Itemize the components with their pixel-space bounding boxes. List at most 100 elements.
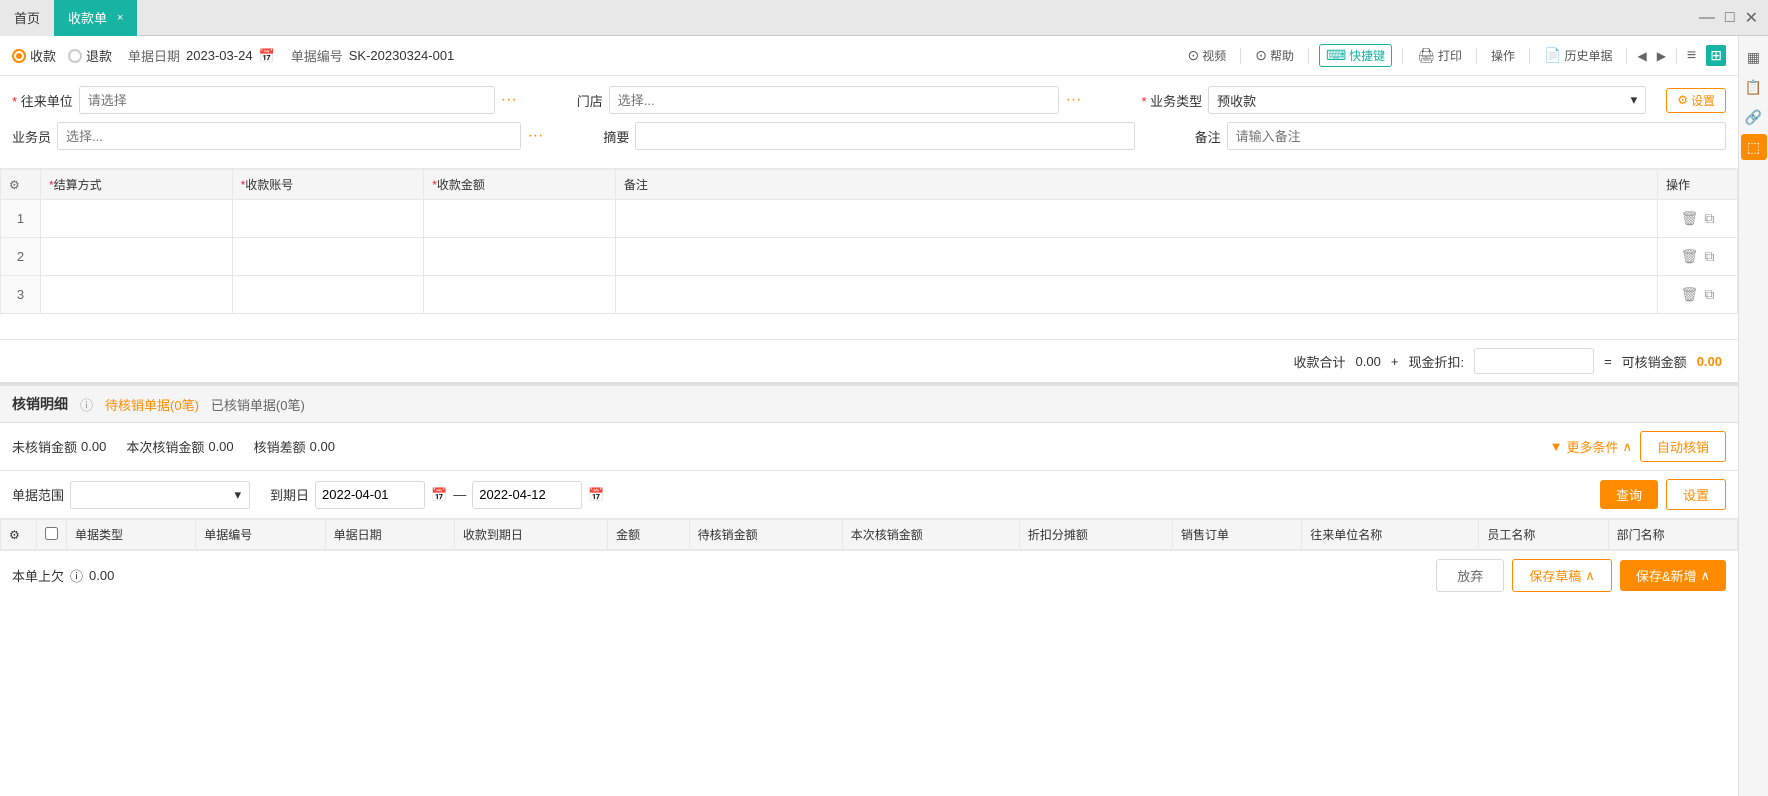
btcol-current-th: 本次核销金额 xyxy=(842,520,1019,550)
tab-close-icon[interactable]: × xyxy=(117,12,123,24)
minimize-icon[interactable]: — xyxy=(1699,9,1715,27)
account-cell-2[interactable] xyxy=(232,238,424,276)
filter-row: 单据范围 ▾ 到期日 📅 — 📅 查询 设置 xyxy=(0,470,1738,519)
select-all-checkbox[interactable] xyxy=(45,527,58,540)
nav-right-icon[interactable]: ▶ xyxy=(1657,49,1666,63)
copy-icon-2[interactable]: ⧉ xyxy=(1704,248,1714,265)
amount-cell-1[interactable] xyxy=(424,200,616,238)
query-button[interactable]: 查询 xyxy=(1600,480,1658,509)
restore-icon[interactable]: □ xyxy=(1725,9,1735,27)
copy-icon-1[interactable]: ⧉ xyxy=(1704,210,1714,227)
btcol-number-th: 单据编号 xyxy=(196,520,325,550)
staff-more-icon[interactable]: ··· xyxy=(527,127,543,145)
table-row: 3 🗑 ⧉ xyxy=(1,276,1738,314)
delete-icon-2[interactable]: 🗑 xyxy=(1681,248,1699,265)
close-icon[interactable]: ✕ xyxy=(1745,8,1758,28)
business-type-select[interactable]: 预收款 ▾ xyxy=(1208,86,1646,114)
history-btn[interactable]: 📄 历史单据 xyxy=(1540,45,1616,66)
main-table-section: ⚙ *结算方式 *收款账号 *收款金额 备注 操作 1 xyxy=(0,169,1738,339)
grid-view-icon[interactable]: ⊞ xyxy=(1706,45,1726,66)
cal-from-icon[interactable]: 📅 xyxy=(431,487,447,503)
print-btn[interactable]: 🖨 打印 xyxy=(1413,45,1466,66)
filter-icon: ▼ xyxy=(1550,439,1563,454)
date-from-input[interactable] xyxy=(315,481,425,509)
auto-verify-btn[interactable]: 自动核销 xyxy=(1640,431,1726,462)
print-icon: 🖨 xyxy=(1417,47,1435,64)
shortcut-btn[interactable]: ⌨ 快捷键 xyxy=(1319,44,1392,67)
remarks-cell-2[interactable] xyxy=(615,238,1657,276)
row-num-2: 2 xyxy=(1,238,41,276)
sidebar-icon-clipboard[interactable]: 📋 xyxy=(1741,74,1767,100)
summary-input[interactable] xyxy=(635,122,1134,150)
btcol-settings-th[interactable]: ⚙ xyxy=(1,520,37,550)
settlement-cell-2[interactable] xyxy=(41,238,233,276)
btcol-dept-th: 部门名称 xyxy=(1608,520,1737,550)
info-icon[interactable]: ⓘ xyxy=(80,395,93,414)
sidebar-icon-link[interactable]: 🔗 xyxy=(1741,104,1767,130)
date-to-input[interactable] xyxy=(472,481,582,509)
amount-cell-2[interactable] xyxy=(424,238,616,276)
nav-left-icon[interactable]: ◀ xyxy=(1637,49,1646,63)
filter-setting-button[interactable]: 设置 xyxy=(1666,479,1726,510)
video-btn[interactable]: ⊙ 视频 xyxy=(1183,45,1230,66)
btcol-checkbox-th[interactable] xyxy=(37,520,67,550)
counterpart-input[interactable] xyxy=(79,86,495,114)
remarks-cell-1[interactable] xyxy=(615,200,1657,238)
save-draft-button[interactable]: 保存草稿 ∧ xyxy=(1512,559,1612,592)
store-input[interactable] xyxy=(609,86,1060,114)
action-cell-3: 🗑 ⧉ xyxy=(1658,276,1738,314)
divider7 xyxy=(1676,48,1677,64)
chevron-up-icon: ∧ xyxy=(1622,439,1632,455)
store-field: 门店 ··· xyxy=(577,86,1082,114)
btcol-pending-th: 待核销金额 xyxy=(689,520,842,550)
save-new-arrow-icon: ∧ xyxy=(1700,568,1710,584)
table-settings-icon[interactable]: ⚙ xyxy=(9,178,20,192)
next-due-info-icon[interactable]: ⓘ xyxy=(70,566,83,585)
delete-icon-1[interactable]: 🗑 xyxy=(1681,210,1699,227)
divider5 xyxy=(1529,48,1530,64)
copy-icon-3[interactable]: ⧉ xyxy=(1704,286,1714,303)
delete-icon-3[interactable]: 🗑 xyxy=(1681,286,1699,303)
remarks-cell-3[interactable] xyxy=(615,276,1657,314)
radio-refund[interactable]: 退款 xyxy=(68,46,112,65)
remarks-input[interactable] xyxy=(1227,122,1726,150)
settlement-cell-3[interactable] xyxy=(41,276,233,314)
cal-to-icon[interactable]: 📅 xyxy=(588,487,604,503)
btcol-amount-th: 金额 xyxy=(608,520,690,550)
counterpart-more-icon[interactable]: ··· xyxy=(501,91,517,109)
bottom-table-settings-icon[interactable]: ⚙ xyxy=(9,528,20,542)
pending-tab[interactable]: 待核销单据(0笔) xyxy=(105,395,199,414)
calendar-icon[interactable]: 📅 xyxy=(259,48,275,64)
abandon-button[interactable]: 放弃 xyxy=(1436,559,1504,592)
account-cell-3[interactable] xyxy=(232,276,424,314)
radio-receipt[interactable]: 收款 xyxy=(12,46,56,65)
store-more-icon[interactable]: ··· xyxy=(1065,91,1081,109)
setting-button[interactable]: ⚙ 设置 xyxy=(1666,88,1726,113)
tab-current[interactable]: 收款单 × xyxy=(54,0,137,36)
current-verify-item: 本次核销金额 0.00 xyxy=(126,437,233,456)
staff-field: 业务员 ··· xyxy=(12,122,543,150)
draft-arrow-icon: ∧ xyxy=(1585,568,1595,584)
btcol-date-th: 单据日期 xyxy=(325,520,454,550)
amount-cell-3[interactable] xyxy=(424,276,616,314)
discount-input[interactable] xyxy=(1474,348,1594,374)
available-label: 可核销金额 xyxy=(1622,352,1687,371)
account-cell-1[interactable] xyxy=(232,200,424,238)
range-select[interactable]: ▾ xyxy=(70,481,250,509)
sidebar-icon-expand[interactable]: ⬚ xyxy=(1741,134,1767,160)
discount-label: 现金折扣: xyxy=(1408,352,1464,371)
save-new-button[interactable]: 保存&新增 ∧ xyxy=(1620,560,1726,591)
total-value: 0.00 xyxy=(1356,354,1381,369)
help-btn[interactable]: ⊙ 帮助 xyxy=(1251,45,1298,66)
staff-input[interactable] xyxy=(57,122,521,150)
radio-refund-dot xyxy=(68,49,82,63)
sidebar-icon-table[interactable]: ▦ xyxy=(1741,44,1767,70)
tab-home[interactable]: 首页 xyxy=(0,0,54,36)
list-view-icon[interactable]: ≡ xyxy=(1687,47,1696,65)
main-table: ⚙ *结算方式 *收款账号 *收款金额 备注 操作 1 xyxy=(0,169,1738,314)
done-tab[interactable]: 已核销单据(0笔) xyxy=(211,395,305,414)
col-settings-th[interactable]: ⚙ xyxy=(1,170,41,200)
more-conditions-btn[interactable]: ▼ 更多条件 ∧ xyxy=(1550,437,1632,456)
settlement-cell-1[interactable] xyxy=(41,200,233,238)
operation-btn[interactable]: 操作 xyxy=(1487,45,1519,66)
